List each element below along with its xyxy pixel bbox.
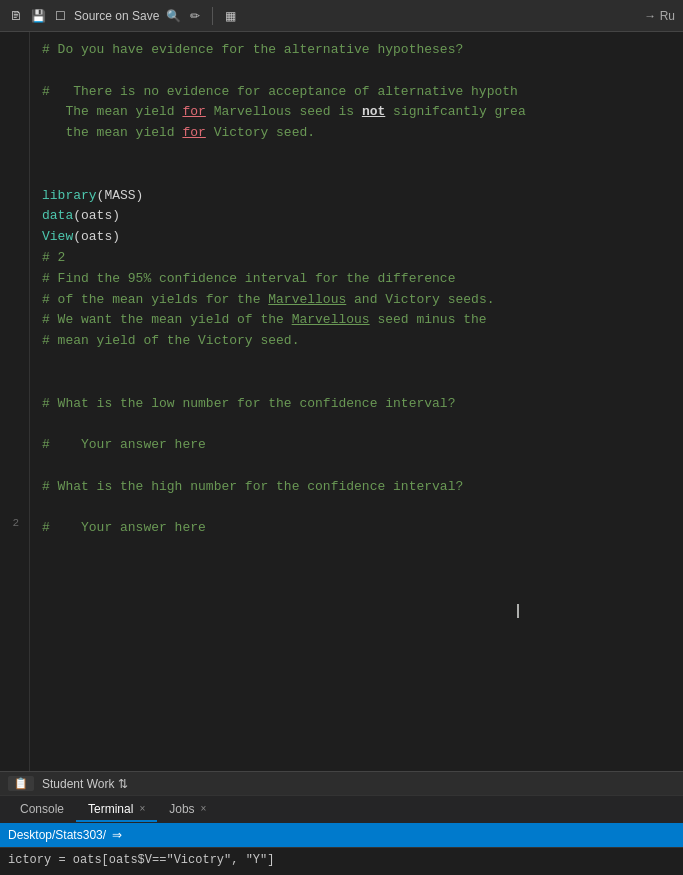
format-icon[interactable]: ▦: [222, 8, 238, 24]
toolbar: 🖹 💾 ☐ Source on Save 🔍 ✏ ▦ → Ru: [0, 0, 683, 32]
code-line-2: [42, 61, 671, 82]
code-line-17: [42, 373, 671, 394]
line-num-26: [4, 480, 25, 498]
line-num-4: [4, 93, 25, 111]
code-line-3: # There is no evidence for acceptance of…: [42, 82, 671, 103]
code-line-12: # Find the 95% confidence interval for t…: [42, 269, 671, 290]
line-num-27: [4, 497, 25, 515]
tab-jobs[interactable]: Jobs ×: [157, 798, 218, 822]
tab-terminal[interactable]: Terminal ×: [76, 798, 157, 822]
line-num-9: [4, 181, 25, 199]
line-num-23: [4, 427, 25, 445]
line-num-12: [4, 234, 25, 252]
run-label[interactable]: → Ru: [644, 9, 675, 23]
line-num-8: [4, 163, 25, 181]
tab-console[interactable]: Console: [8, 798, 76, 822]
code-line-20: # Your answer here: [42, 435, 671, 456]
line-num-7: [4, 146, 25, 164]
search-icon[interactable]: 🔍: [165, 8, 181, 24]
code-line-7: [42, 165, 671, 186]
code-line-14: # We want the mean yield of the Marvello…: [42, 310, 671, 331]
line-numbers: 2: [0, 32, 30, 771]
code-line-22: # What is the high number for the confid…: [42, 477, 671, 498]
file-icon: 🖹: [8, 8, 24, 24]
edit-icon[interactable]: ✏: [187, 8, 203, 24]
code-editor[interactable]: # Do you have evidence for the alternati…: [30, 32, 683, 771]
code-line-29: [42, 622, 671, 643]
line-num-15: [4, 286, 25, 304]
code-line-1: # Do you have evidence for the alternati…: [42, 40, 671, 61]
sort-icon[interactable]: ⇅: [118, 777, 128, 791]
terminal-line: ictory = oats[oats$V=="Vicotry", "Y"]: [0, 847, 683, 871]
code-line-26: [42, 560, 671, 581]
student-work-label[interactable]: Student Work: [42, 777, 114, 791]
status-bar: Desktop/Stats303/ ⇒: [0, 823, 683, 847]
tab-terminal-close[interactable]: ×: [139, 803, 145, 814]
line-num-3: [4, 75, 25, 93]
tab-jobs-close[interactable]: ×: [201, 803, 207, 814]
code-line-19: [42, 414, 671, 435]
code-line-18: # What is the low number for the confide…: [42, 394, 671, 415]
code-line-6: [42, 144, 671, 165]
line-num-25: [4, 462, 25, 480]
tab-console-label: Console: [20, 802, 64, 816]
code-line-15: # mean yield of the Victory seed.: [42, 331, 671, 352]
line-num-14: [4, 269, 25, 287]
line-num-21: [4, 392, 25, 410]
tab-jobs-label: Jobs: [169, 802, 194, 816]
line-num-10: [4, 198, 25, 216]
code-line-24: # Your answer here: [42, 518, 671, 539]
source-on-save-label: Source on Save: [74, 9, 159, 23]
status-path: Desktop/Stats303/: [8, 828, 106, 842]
line-num-13: [4, 251, 25, 269]
code-line-13: # of the mean yields for the Marvellous …: [42, 290, 671, 311]
tab-terminal-label: Terminal: [88, 802, 133, 816]
code-line-10: View(oats): [42, 227, 671, 248]
text-cursor: [517, 604, 519, 618]
line-num-28: 2: [4, 515, 25, 533]
line-num-11: [4, 216, 25, 234]
code-line-4: The mean yield for Marvellous seed is no…: [42, 102, 671, 123]
code-line-28: [42, 602, 671, 623]
line-num-17: [4, 322, 25, 340]
save-icon[interactable]: 💾: [30, 8, 46, 24]
line-num-6: [4, 128, 25, 146]
file-badge: 📋: [8, 776, 34, 791]
line-num-20: [4, 374, 25, 392]
checkbox-icon: ☐: [52, 8, 68, 24]
line-num-22: [4, 409, 25, 427]
code-line-8: library(MASS): [42, 186, 671, 207]
line-num-18: [4, 339, 25, 357]
code-line-25: [42, 539, 671, 560]
line-num-19: [4, 357, 25, 375]
code-line-23: [42, 498, 671, 519]
status-arrow: ⇒: [112, 828, 122, 842]
toolbar-separator: [212, 7, 213, 25]
file-tab-bar: 📋 Student Work ⇅: [0, 771, 683, 795]
editor-container: 2 # Do you have evidence for the alterna…: [0, 32, 683, 771]
code-line-21: [42, 456, 671, 477]
line-num-2: [4, 58, 25, 76]
code-line-11: # 2: [42, 248, 671, 269]
code-line-16: [42, 352, 671, 373]
code-line-9: data(oats): [42, 206, 671, 227]
code-line-5: the mean yield for Victory seed.: [42, 123, 671, 144]
tabs-bar: Console Terminal × Jobs ×: [0, 795, 683, 823]
line-num-16: [4, 304, 25, 322]
terminal-cmd: ictory = oats[oats$V=="Vicotry", "Y"]: [8, 853, 274, 867]
code-line-27: [42, 581, 671, 602]
line-num-1: [4, 40, 25, 58]
line-num-5: [4, 110, 25, 128]
line-num-29: [4, 533, 25, 551]
line-num-24: [4, 445, 25, 463]
